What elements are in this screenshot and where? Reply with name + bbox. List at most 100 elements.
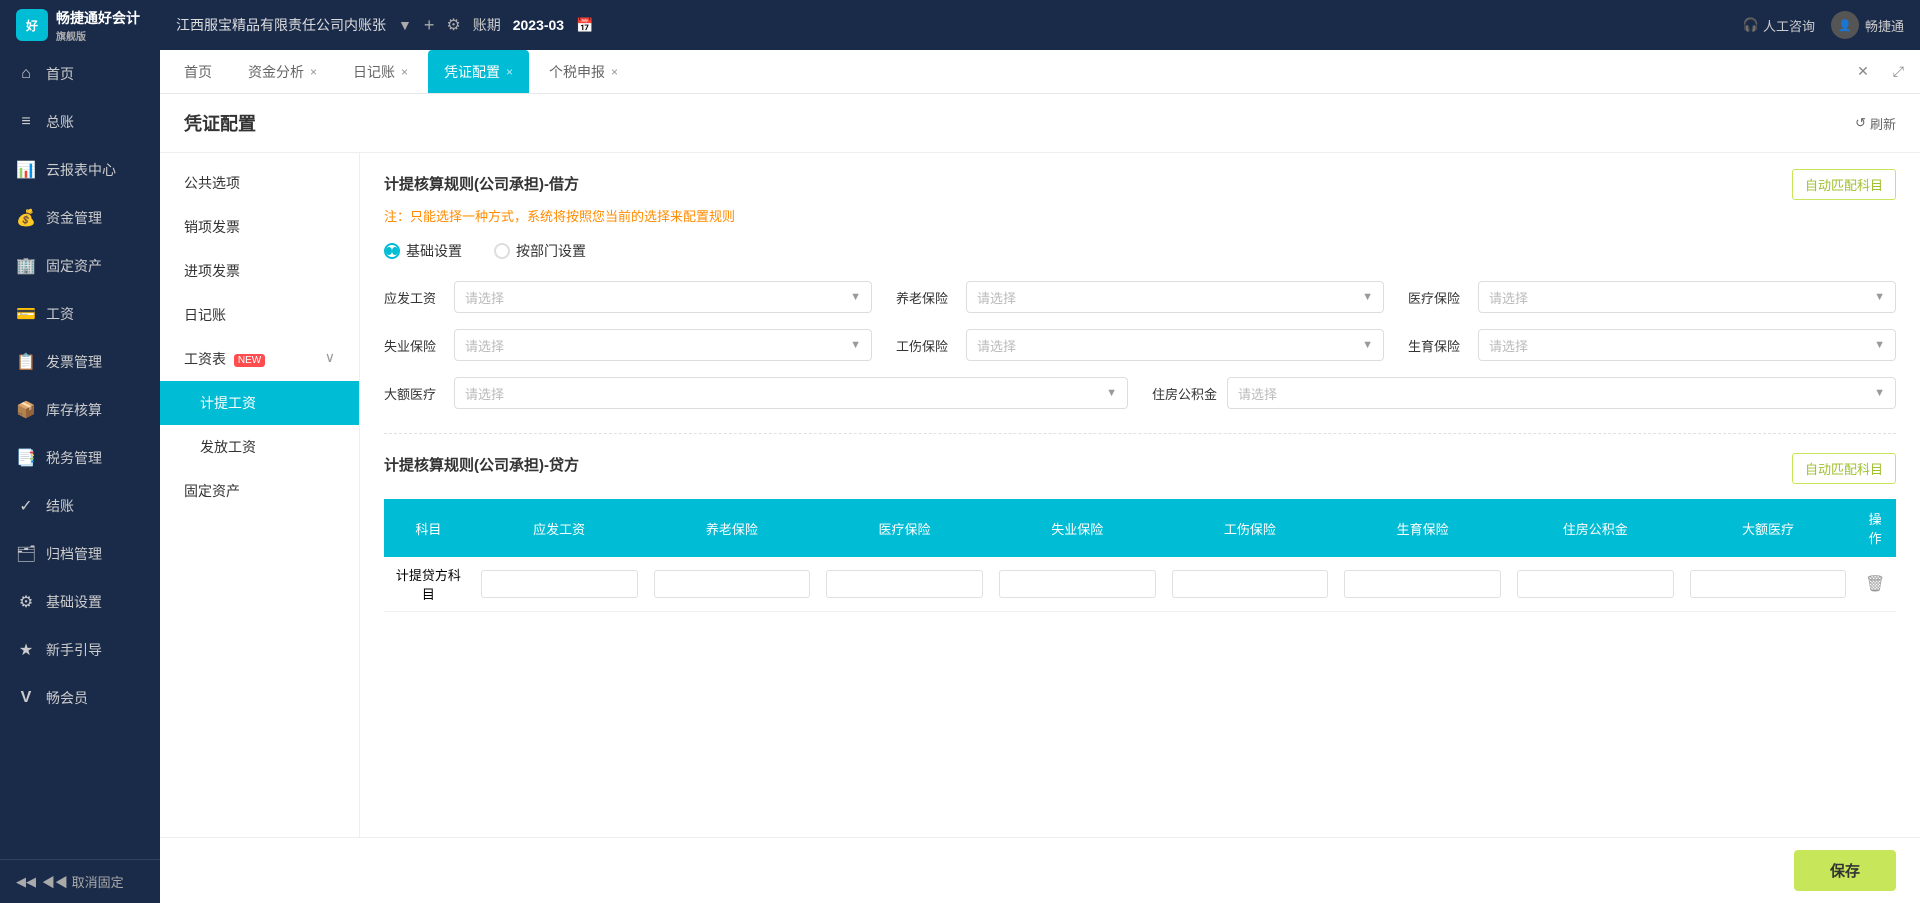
funds-icon: 💰 [16, 208, 36, 228]
auto-match-debit-button[interactable]: 自动匹配科目 [1792, 169, 1896, 200]
tab-voucher[interactable]: 凭证配置 × [428, 50, 529, 93]
col-header-sybx: 失业保险 [991, 499, 1164, 557]
field-ylbx2-select[interactable]: 请选择 ▼ [1478, 281, 1896, 313]
field-zfgjj: 住房公积金 请选择 ▼ [1152, 377, 1896, 409]
tab-home[interactable]: 首页 [168, 50, 228, 93]
field-sybx2-select[interactable]: 请选择 ▼ [1478, 329, 1896, 361]
user-area[interactable]: 👤 畅捷通 [1831, 11, 1904, 39]
sidebar-item-label: 库存核算 [46, 400, 102, 420]
delete-row-icon[interactable]: 🗑 [1865, 576, 1885, 593]
sidebar-item-settings[interactable]: ⚙ 基础设置 [0, 578, 160, 626]
service-button[interactable]: 🎧 人工咨询 [1743, 16, 1815, 35]
page-content: 凭证配置 ↺ 刷新 公共选项 销项发票 进项发票 日记账 工资表 NEW [160, 94, 1920, 903]
cell-gsbx [1164, 557, 1337, 612]
calendar-icon[interactable]: 📅 [576, 17, 593, 34]
two-panel: 公共选项 销项发票 进项发票 日记账 工资表 NEW ∨ 计提工资 发放工资 固… [160, 153, 1920, 837]
section-credit-title: 计提核算规则(公司承担)-贷方 [384, 454, 579, 475]
auto-match-credit-button[interactable]: 自动匹配科目 [1792, 453, 1896, 484]
header-right: 🎧 人工咨询 👤 畅捷通 [1743, 11, 1904, 39]
radio-basic-label: 基础设置 [406, 241, 462, 261]
input-dayl[interactable] [1690, 570, 1847, 598]
tab-tax-close[interactable]: × [611, 65, 618, 79]
tab-journal-close[interactable]: × [401, 65, 408, 79]
sidebar-item-guide[interactable]: ★ 新手引导 [0, 626, 160, 674]
field-gsbx: 工伤保险 请选择 ▼ [896, 329, 1384, 361]
sidebar-item-home[interactable]: ⌂ 首页 [0, 50, 160, 98]
input-sybx2[interactable] [1344, 570, 1501, 598]
tab-journal-label: 日记账 [353, 62, 395, 82]
tab-funds-close[interactable]: × [310, 65, 317, 79]
sidebar-item-label: 云报表中心 [46, 160, 116, 180]
tab-funds[interactable]: 资金分析 × [232, 50, 333, 93]
radio-dept-label: 按部门设置 [516, 241, 586, 261]
nav-item-journal[interactable]: 日记账 [160, 293, 359, 337]
input-yfgz[interactable] [481, 570, 638, 598]
sidebar-item-label: 新手引导 [46, 640, 102, 660]
nav-item-fixed-assets[interactable]: 固定资产 [160, 469, 359, 513]
cell-zfgjj [1509, 557, 1682, 612]
radio-basic[interactable]: 基础设置 [384, 241, 462, 261]
nav-item-public[interactable]: 公共选项 [160, 161, 359, 205]
nav-item-salary-pay[interactable]: 发放工资 [160, 425, 359, 469]
col-header-yfgz: 应发工资 [473, 499, 646, 557]
sidebar-item-inventory[interactable]: 📦 库存核算 [0, 386, 160, 434]
input-ylbx2[interactable] [826, 570, 983, 598]
row-label: 计提贷方科目 [384, 557, 473, 612]
tab-right-buttons: ✕ ⤢ [1849, 59, 1912, 84]
sidebar-item-salary[interactable]: 💳 工资 [0, 290, 160, 338]
settings-icon[interactable]: ⚙ [446, 15, 460, 35]
sidebar-item-funds[interactable]: 💰 资金管理 [0, 194, 160, 242]
tab-tax[interactable]: 个税申报 × [533, 50, 634, 93]
add-icon[interactable]: + [424, 15, 435, 36]
expand-icon[interactable]: ⤢ [1885, 59, 1912, 84]
field-ylbx-select[interactable]: 请选择 ▼ [966, 281, 1384, 313]
inventory-icon: 📦 [16, 400, 36, 420]
dropdown-arrow-icon[interactable]: ▼ [398, 17, 412, 33]
select-arrow-icon: ▼ [1106, 387, 1117, 399]
input-ylbx[interactable] [654, 570, 811, 598]
sidebar-item-ledger[interactable]: ≡ 总账 [0, 98, 160, 146]
sidebar-item-assets[interactable]: 🏢 固定资产 [0, 242, 160, 290]
tab-voucher-close[interactable]: × [506, 65, 513, 79]
sidebar-item-tax[interactable]: 📑 税务管理 [0, 434, 160, 482]
field-sybx-select[interactable]: 请选择 ▼ [454, 329, 872, 361]
field-dayl-select[interactable]: 请选择 ▼ [454, 377, 1128, 409]
select-arrow-icon: ▼ [1874, 387, 1885, 399]
sidebar-item-vip[interactable]: V 畅会员 [0, 674, 160, 722]
closing-icon: ✓ [16, 496, 36, 516]
sidebar-item-invoice[interactable]: 📋 发票管理 [0, 338, 160, 386]
nav-item-purchase[interactable]: 进项发票 [160, 249, 359, 293]
sidebar: ⌂ 首页 ≡ 总账 📊 云报表中心 💰 资金管理 🏢 固定资产 💳 工资 📋 发… [0, 50, 160, 903]
nav-item-salary-table[interactable]: 工资表 NEW ∨ [160, 337, 359, 381]
field-yfgz-select[interactable]: 请选择 ▼ [454, 281, 872, 313]
guide-icon: ★ [16, 640, 36, 660]
input-sybx[interactable] [999, 570, 1156, 598]
radio-dept[interactable]: 按部门设置 [494, 241, 586, 261]
field-sybx: 失业保险 请选择 ▼ [384, 329, 872, 361]
tab-journal[interactable]: 日记账 × [337, 50, 424, 93]
field-zfgjj-select[interactable]: 请选择 ▼ [1227, 377, 1896, 409]
nav-item-sales[interactable]: 销项发票 [160, 205, 359, 249]
sidebar-item-closing[interactable]: ✓ 结账 [0, 482, 160, 530]
input-zfgjj[interactable] [1517, 570, 1674, 598]
input-gsbx[interactable] [1172, 570, 1329, 598]
close-all-icon[interactable]: ✕ [1849, 59, 1877, 84]
field-gsbx-select[interactable]: 请选择 ▼ [966, 329, 1384, 361]
select-arrow-icon: ▼ [850, 339, 861, 351]
field-gsbx-label: 工伤保险 [896, 336, 956, 355]
new-badge: NEW [234, 354, 265, 367]
period-label: 账期 [473, 15, 501, 35]
tab-bar: 首页 资金分析 × 日记账 × 凭证配置 × 个税申报 × ✕ ⤢ [160, 50, 1920, 94]
radio-group-debit: 基础设置 按部门设置 [384, 241, 1896, 261]
sidebar-item-archive[interactable]: 🗂 归档管理 [0, 530, 160, 578]
sidebar-item-reports[interactable]: 📊 云报表中心 [0, 146, 160, 194]
cancel-fixed-button[interactable]: ◀◀ ◀◀ 取消固定 [0, 859, 160, 903]
nav-item-payroll-calc[interactable]: 计提工资 [160, 381, 359, 425]
save-button[interactable]: 保存 [1794, 850, 1896, 891]
sidebar-item-label: 归档管理 [46, 544, 102, 564]
field-ylbx: 养老保险 请选择 ▼ [896, 281, 1384, 313]
save-area: 保存 [160, 837, 1920, 903]
sidebar-item-label: 固定资产 [46, 256, 102, 276]
page-header: 凭证配置 ↺ 刷新 [160, 94, 1920, 153]
refresh-button[interactable]: ↺ 刷新 [1855, 114, 1896, 133]
